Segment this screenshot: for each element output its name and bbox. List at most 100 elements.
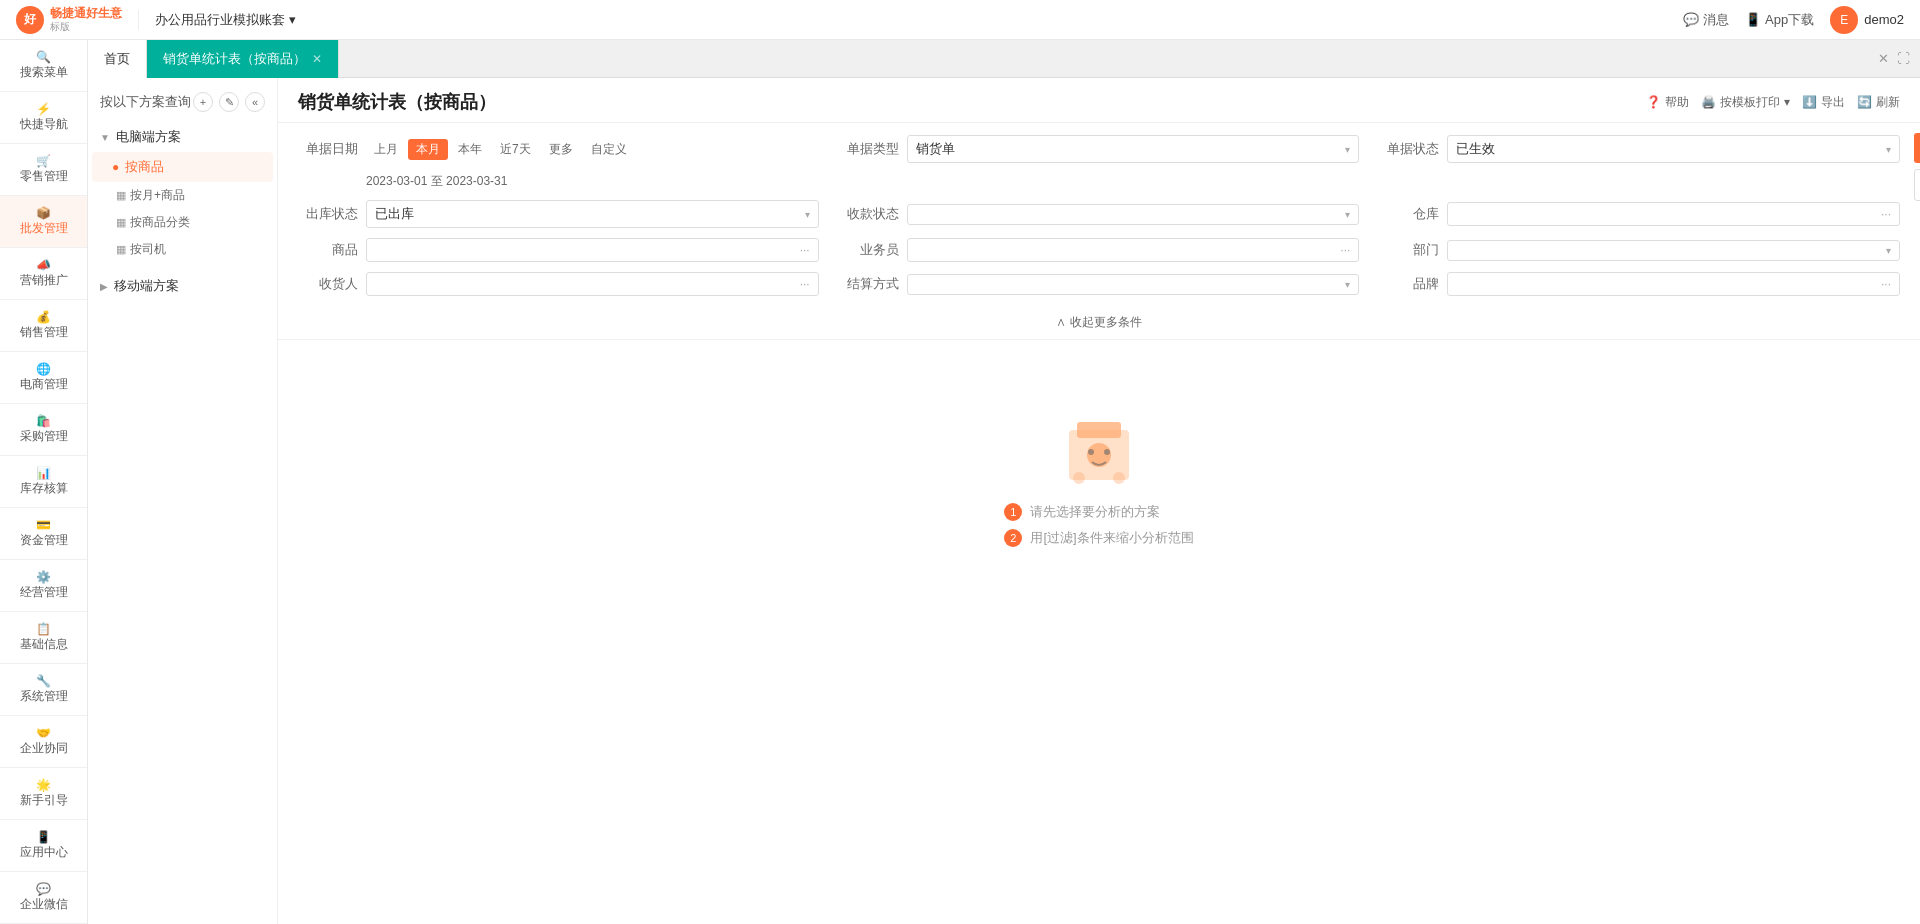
payment-status-label: 收款状态 [839, 205, 899, 223]
help-button[interactable]: ❓ 帮助 [1646, 94, 1689, 111]
filter-panel-title: 按以下方案查询 [100, 93, 191, 111]
export-button[interactable]: ⬇️ 导出 [1802, 94, 1845, 111]
close-window-icon[interactable]: ✕ [1878, 51, 1889, 66]
message-button[interactable]: 💬 消息 [1683, 11, 1729, 29]
settlement-input[interactable]: ▾ [907, 274, 1360, 295]
page-title: 销货单统计表（按商品） [298, 90, 496, 114]
tab-container: 首页 销货单统计表（按商品） ✕ ✕ ⛶ 按以下方案查询 + ✎ [88, 40, 1920, 924]
collab-icon: 🤝 [4, 726, 83, 740]
brand-more-icon: ··· [1881, 277, 1891, 291]
guide-icon: 🌟 [4, 778, 83, 792]
sidebar-item-finance[interactable]: 💳 资金管理 [0, 508, 87, 560]
date-tabs: 上月 本月 本年 近7天 更多 自定义 [366, 139, 635, 160]
sidebar-item-inventory[interactable]: 📊 库存核算 [0, 456, 87, 508]
tabs-bar: 首页 销货单统计表（按商品） ✕ ✕ ⛶ [88, 40, 1920, 78]
out-status-value: 已出库 [375, 205, 414, 223]
sidebar-item-label: 销售管理 [4, 324, 83, 341]
user-area[interactable]: E demo2 [1830, 6, 1904, 34]
recipient-label: 收货人 [298, 275, 358, 293]
filter-item-by-goods-category[interactable]: ▦ 按商品分类 [88, 209, 277, 236]
topbar: 好 畅捷通好生意 标版 办公用品行业模拟账套 ▾ 💬 消息 📱 App下载 E … [0, 0, 1920, 40]
expand-window-icon[interactable]: ⛶ [1897, 51, 1910, 66]
svg-point-5 [1073, 472, 1085, 484]
basic-icon: 📋 [4, 622, 83, 636]
sidebar-item-label: 营销推广 [4, 272, 83, 289]
main-content: 销货单统计表（按商品） ❓ 帮助 🖨️ 按模板打印 ▾ ⬇️ [278, 78, 1920, 924]
brand-label: 品牌 [1379, 275, 1439, 293]
filter-group-pc[interactable]: ▼ 电脑端方案 [88, 122, 277, 152]
sidebar-item-enterprise-wechat[interactable]: 💬 企业微信 [0, 872, 87, 924]
sidebar-item-app-center[interactable]: 📱 应用中心 [0, 820, 87, 872]
pc-group-label: 电脑端方案 [116, 128, 181, 146]
refresh-button[interactable]: 🔄 刷新 [1857, 94, 1900, 111]
query-button[interactable]: 查询 [1914, 133, 1920, 163]
sidebar-item-system[interactable]: 🔧 系统管理 [0, 664, 87, 716]
sidebar-item-marketing[interactable]: 📣 营销推广 [0, 248, 87, 300]
sidebar-item-quick-nav[interactable]: ⚡ 快捷导航 [0, 92, 87, 144]
sidebar-item-new-guide[interactable]: 🌟 新手引导 [0, 768, 87, 820]
settings-button[interactable]: 设置 [1914, 169, 1920, 201]
sidebar-item-purchase[interactable]: 🛍️ 采购管理 [0, 404, 87, 456]
sidebar-item-wholesale[interactable]: 📦 批发管理 [0, 196, 87, 248]
collapse-conditions-button[interactable]: ∧ 收起更多条件 [278, 306, 1920, 339]
empty-tips: 1 请先选择要分析的方案 2 用[过滤]条件来缩小分析范围 [1004, 503, 1193, 547]
page-title-bar: 销货单统计表（按商品） ❓ 帮助 🖨️ 按模板打印 ▾ ⬇️ [278, 78, 1920, 123]
doc-type-input[interactable]: 销货单 ▾ [907, 135, 1360, 163]
tab-home[interactable]: 首页 [88, 40, 147, 78]
message-label: 消息 [1703, 11, 1729, 29]
app-center-icon: 📱 [4, 830, 83, 844]
brand-field: 品牌 ··· [1379, 272, 1900, 296]
sidebar-item-operations[interactable]: ⚙️ 经营管理 [0, 560, 87, 612]
app-download-button[interactable]: 📱 App下载 [1745, 11, 1814, 29]
filter-area: 单据日期 上月 本月 本年 近7天 更多 自定义 [278, 123, 1920, 607]
brand-input[interactable]: ··· [1447, 272, 1900, 296]
sidebar-item-label: 经营管理 [4, 584, 83, 601]
logo-text: 畅捷通好生意 [50, 6, 122, 20]
filter-item-by-month-goods[interactable]: ▦ 按月+商品 [88, 182, 277, 209]
filter-group-mobile[interactable]: ▶ 移动端方案 [88, 271, 277, 301]
date-tab-last-month[interactable]: 上月 [366, 139, 406, 160]
filter-item-by-goods[interactable]: ● 按商品 [92, 152, 273, 182]
date-tab-this-month[interactable]: 本月 [408, 139, 448, 160]
warehouse-input[interactable]: ··· [1447, 202, 1900, 226]
empty-illustration [1049, 400, 1149, 503]
sidebar-item-basic-info[interactable]: 📋 基础信息 [0, 612, 87, 664]
date-range-text: 2023-03-01 至 2023-03-31 [366, 174, 507, 188]
edit-scheme-button[interactable]: ✎ [219, 92, 239, 112]
title-actions: ❓ 帮助 🖨️ 按模板打印 ▾ ⬇️ 导出 � [1646, 94, 1900, 111]
payment-status-input[interactable]: ▾ [907, 204, 1360, 225]
date-field: 单据日期 上月 本月 本年 近7天 更多 自定义 [298, 135, 819, 163]
tab-close-icon[interactable]: ✕ [312, 52, 322, 66]
purchase-icon: 🛍️ [4, 414, 83, 428]
sidebar-item-label: 快捷导航 [4, 116, 83, 133]
date-tab-custom[interactable]: 自定义 [583, 139, 635, 160]
doc-status-input[interactable]: 已生效 ▾ [1447, 135, 1900, 163]
add-scheme-button[interactable]: + [193, 92, 213, 112]
date-tab-this-year[interactable]: 本年 [450, 139, 490, 160]
filter-item-by-cashier[interactable]: ▦ 按司机 [88, 236, 277, 263]
goods-input[interactable]: ··· [366, 238, 819, 262]
main-layout: 🔍 搜索菜单 ⚡ 快捷导航 🛒 零售管理 📦 批发管理 📣 营销推广 💰 销售管… [0, 40, 1920, 924]
app-selector[interactable]: 办公用品行业模拟账套 ▾ [155, 11, 296, 29]
settlement-dropdown-icon: ▾ [1345, 279, 1350, 290]
date-tab-last-7-days[interactable]: 近7天 [492, 139, 539, 160]
sidebar-item-enterprise-collab[interactable]: 🤝 企业协同 [0, 716, 87, 768]
sidebar-item-search-menu[interactable]: 🔍 搜索菜单 [0, 40, 87, 92]
warehouse-more-icon: ··· [1881, 207, 1891, 221]
salesperson-input[interactable]: ··· [907, 238, 1360, 262]
recipient-input[interactable]: ··· [366, 272, 819, 296]
doc-status-dropdown-icon: ▾ [1886, 144, 1891, 155]
tab-sales-stat[interactable]: 销货单统计表（按商品） ✕ [147, 40, 339, 78]
department-dropdown-icon: ▾ [1886, 245, 1891, 256]
selector-dropdown-icon: ▾ [289, 12, 296, 27]
sidebar-item-sales[interactable]: 💰 销售管理 [0, 300, 87, 352]
sidebar-item-retail[interactable]: 🛒 零售管理 [0, 144, 87, 196]
department-input[interactable]: ▾ [1447, 240, 1900, 261]
sidebar-item-ecom[interactable]: 🌐 电商管理 [0, 352, 87, 404]
mobile-group-label: 移动端方案 [114, 277, 179, 295]
template-print-button[interactable]: 🖨️ 按模板打印 ▾ [1701, 94, 1790, 111]
out-status-input[interactable]: 已出库 ▾ [366, 200, 819, 228]
collapse-panel-button[interactable]: « [245, 92, 265, 112]
date-tab-more[interactable]: 更多 [541, 139, 581, 160]
system-icon: 🔧 [4, 674, 83, 688]
